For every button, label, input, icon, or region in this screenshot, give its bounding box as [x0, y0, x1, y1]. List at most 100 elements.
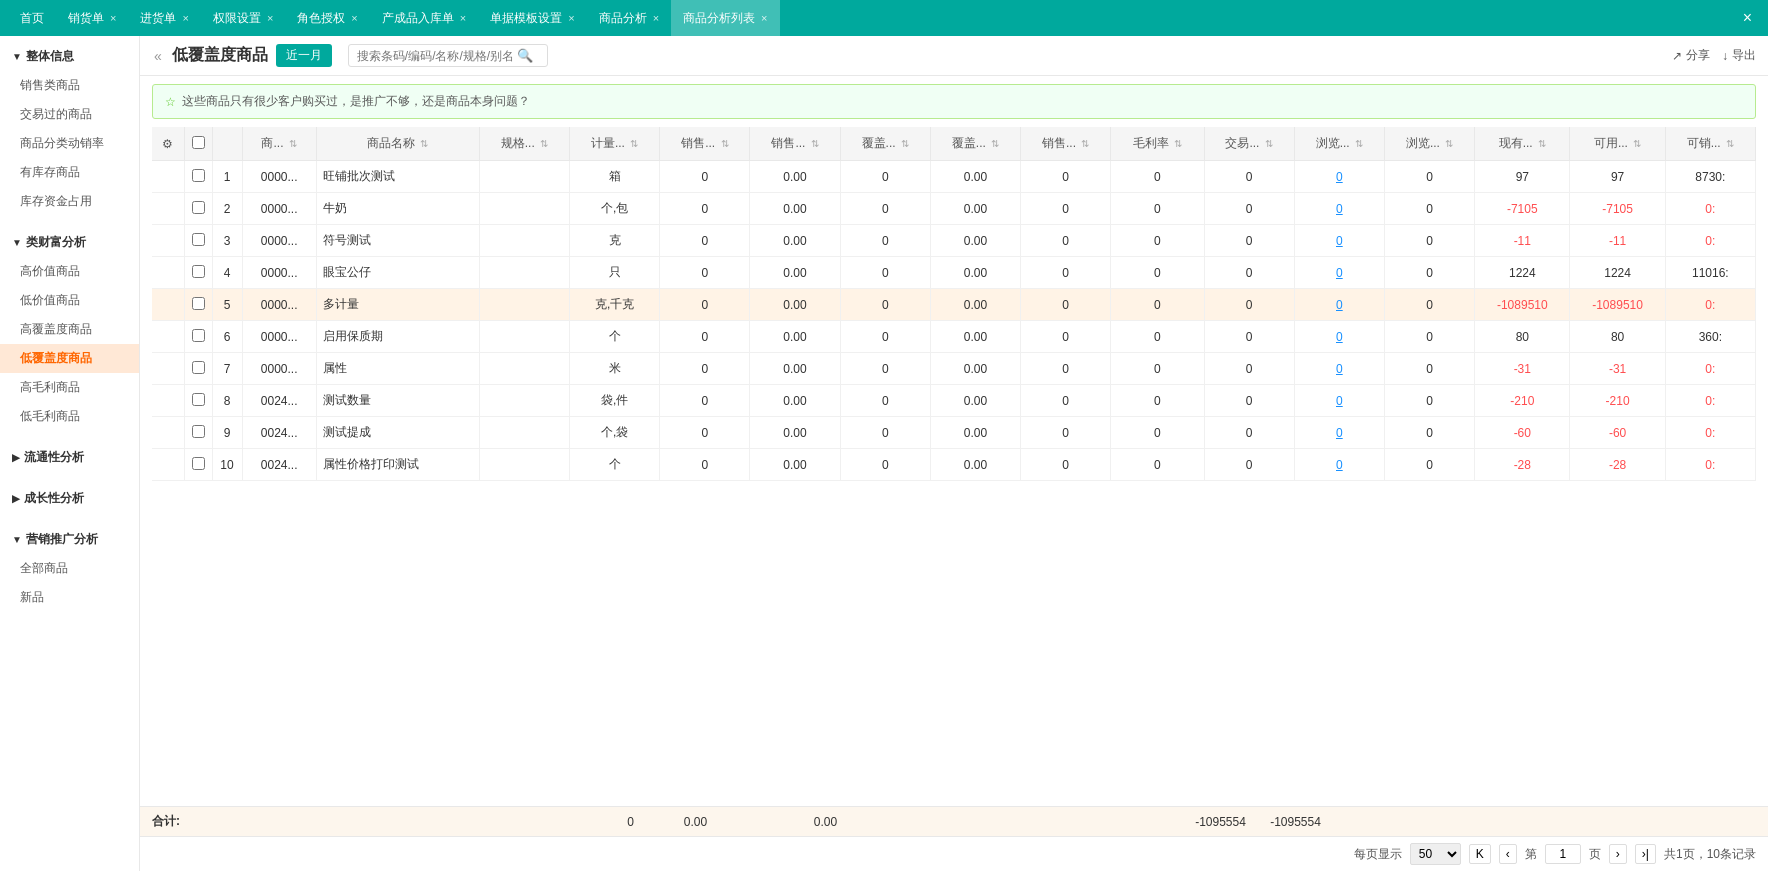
sidebar-item-high-value[interactable]: 高价值商品 [0, 257, 139, 286]
row-checkbox[interactable] [192, 169, 205, 182]
nav-product-analysis[interactable]: 商品分析 × [587, 0, 671, 36]
sidebar-item-sales-goods[interactable]: 销售类商品 [0, 71, 139, 100]
th-sales-x[interactable]: 销售... ⇅ [1021, 127, 1111, 161]
td-checkbox[interactable] [184, 385, 212, 417]
row-checkbox[interactable] [192, 329, 205, 342]
sidebar-item-high-margin[interactable]: 高毛利商品 [0, 373, 139, 402]
td-browse1[interactable]: 0 [1294, 321, 1384, 353]
sidebar-item-low-coverage[interactable]: 低覆盖度商品 [0, 344, 139, 373]
td-checkbox[interactable] [184, 161, 212, 193]
td-unit: 克,千克 [570, 289, 660, 321]
row-checkbox[interactable] [192, 297, 205, 310]
td-checkbox[interactable] [184, 257, 212, 289]
th-sales-amt[interactable]: 销售... ⇅ [750, 127, 840, 161]
th-sales-qty[interactable]: 销售... ⇅ [660, 127, 750, 161]
next-page-btn[interactable]: › [1609, 844, 1627, 864]
nav-close-permission[interactable]: × [267, 12, 273, 24]
th-trade[interactable]: 交易... ⇅ [1204, 127, 1294, 161]
table-header-row: ⚙ 商... ⇅ 商品名称 ⇅ 规格... ⇅ 计量... ⇅ 销售... ⇅ … [152, 127, 1756, 161]
th-cover-rate[interactable]: 覆盖... ⇅ [930, 127, 1020, 161]
nav-close-purchase-order[interactable]: × [182, 12, 188, 24]
period-button[interactable]: 近一月 [276, 44, 332, 67]
sidebar-item-new-goods[interactable]: 新品 [0, 583, 139, 612]
nav-role-auth[interactable]: 角色授权 × [285, 0, 369, 36]
nav-home[interactable]: 首页 [8, 0, 56, 36]
td-browse1[interactable]: 0 [1294, 385, 1384, 417]
sidebar-item-high-coverage[interactable]: 高覆盖度商品 [0, 315, 139, 344]
nav-close-analysis[interactable]: × [653, 12, 659, 24]
page-input[interactable] [1545, 844, 1581, 864]
sidebar-group-growth[interactable]: ▶ 成长性分析 [0, 484, 139, 513]
sidebar-item-traded-goods[interactable]: 交易过的商品 [0, 100, 139, 129]
td-browse1[interactable]: 0 [1294, 257, 1384, 289]
nav-close-product-warehouse[interactable]: × [460, 12, 466, 24]
nav-sales-order[interactable]: 销货单 × [56, 0, 128, 36]
td-checkbox[interactable] [184, 417, 212, 449]
row-checkbox[interactable] [192, 457, 205, 470]
nav-close-sales-order[interactable]: × [110, 12, 116, 24]
td-browse1[interactable]: 0 [1294, 161, 1384, 193]
th-sellable[interactable]: 可销... ⇅ [1665, 127, 1755, 161]
nav-close-template[interactable]: × [568, 12, 574, 24]
export-button[interactable]: ↓ 导出 [1722, 47, 1756, 64]
td-browse1[interactable]: 0 [1294, 449, 1384, 481]
search-input[interactable] [357, 49, 517, 63]
th-gross-rate[interactable]: 毛利率 ⇅ [1111, 127, 1204, 161]
prev-page-btn[interactable]: ‹ [1499, 844, 1517, 864]
nav-close-analysis-list[interactable]: × [761, 12, 767, 24]
td-checkbox[interactable] [184, 449, 212, 481]
td-checkbox[interactable] [184, 321, 212, 353]
nav-close-all-btn[interactable]: × [1735, 9, 1760, 27]
sidebar-group-circulation[interactable]: ▶ 流通性分析 [0, 443, 139, 472]
th-available[interactable]: 可用... ⇅ [1570, 127, 1665, 161]
row-checkbox[interactable] [192, 265, 205, 278]
nav-purchase-order[interactable]: 进货单 × [128, 0, 200, 36]
td-browse2: 0 [1384, 289, 1474, 321]
row-checkbox[interactable] [192, 425, 205, 438]
td-browse1[interactable]: 0 [1294, 417, 1384, 449]
th-code[interactable]: 商... ⇅ [242, 127, 316, 161]
nav-product-warehouse[interactable]: 产成品入库单 × [370, 0, 478, 36]
sidebar-item-inventory-funds[interactable]: 库存资金占用 [0, 187, 139, 216]
td-browse1[interactable]: 0 [1294, 225, 1384, 257]
td-checkbox[interactable] [184, 353, 212, 385]
td-browse1[interactable]: 0 [1294, 353, 1384, 385]
th-browse1[interactable]: 浏览... ⇅ [1294, 127, 1384, 161]
row-checkbox[interactable] [192, 393, 205, 406]
th-cover-cnt[interactable]: 覆盖... ⇅ [840, 127, 930, 161]
sidebar-group-marketing[interactable]: ▼ 营销推广分析 [0, 525, 139, 554]
page-size-select[interactable]: 50 20 100 [1410, 843, 1461, 865]
td-checkbox[interactable] [184, 225, 212, 257]
td-browse1[interactable]: 0 [1294, 289, 1384, 321]
nav-template-settings[interactable]: 单据模板设置 × [478, 0, 586, 36]
sidebar-item-category-rate[interactable]: 商品分类动销率 [0, 129, 139, 158]
row-checkbox[interactable] [192, 361, 205, 374]
row-checkbox[interactable] [192, 201, 205, 214]
th-name[interactable]: 商品名称 ⇅ [316, 127, 479, 161]
th-spec[interactable]: 规格... ⇅ [479, 127, 569, 161]
td-checkbox[interactable] [184, 193, 212, 225]
nav-analysis-list[interactable]: 商品分析列表 × [671, 0, 779, 36]
select-all-checkbox[interactable] [192, 136, 205, 149]
td-browse1[interactable]: 0 [1294, 193, 1384, 225]
td-cover-cnt: 0 [840, 225, 930, 257]
th-browse2[interactable]: 浏览... ⇅ [1384, 127, 1474, 161]
sidebar-group-overview[interactable]: ▼ 整体信息 [0, 42, 139, 71]
first-page-btn[interactable]: K [1469, 844, 1491, 864]
th-unit[interactable]: 计量... ⇅ [570, 127, 660, 161]
nav-permission-settings[interactable]: 权限设置 × [201, 0, 285, 36]
sidebar-group-wealth[interactable]: ▼ 类财富分析 [0, 228, 139, 257]
sidebar-item-low-value[interactable]: 低价值商品 [0, 286, 139, 315]
sidebar-collapse-btn[interactable]: « [152, 46, 164, 66]
th-current[interactable]: 现有... ⇅ [1475, 127, 1570, 161]
td-checkbox[interactable] [184, 289, 212, 321]
search-icon[interactable]: 🔍 [517, 48, 533, 63]
sidebar-item-low-margin[interactable]: 低毛利商品 [0, 402, 139, 431]
sidebar-item-inventory-goods[interactable]: 有库存商品 [0, 158, 139, 187]
nav-close-role-auth[interactable]: × [351, 12, 357, 24]
share-button[interactable]: ↗ 分享 [1672, 47, 1710, 64]
th-settings[interactable]: ⚙ [152, 127, 184, 161]
sidebar-item-all-goods[interactable]: 全部商品 [0, 554, 139, 583]
row-checkbox[interactable] [192, 233, 205, 246]
last-page-btn[interactable]: ›| [1635, 844, 1656, 864]
